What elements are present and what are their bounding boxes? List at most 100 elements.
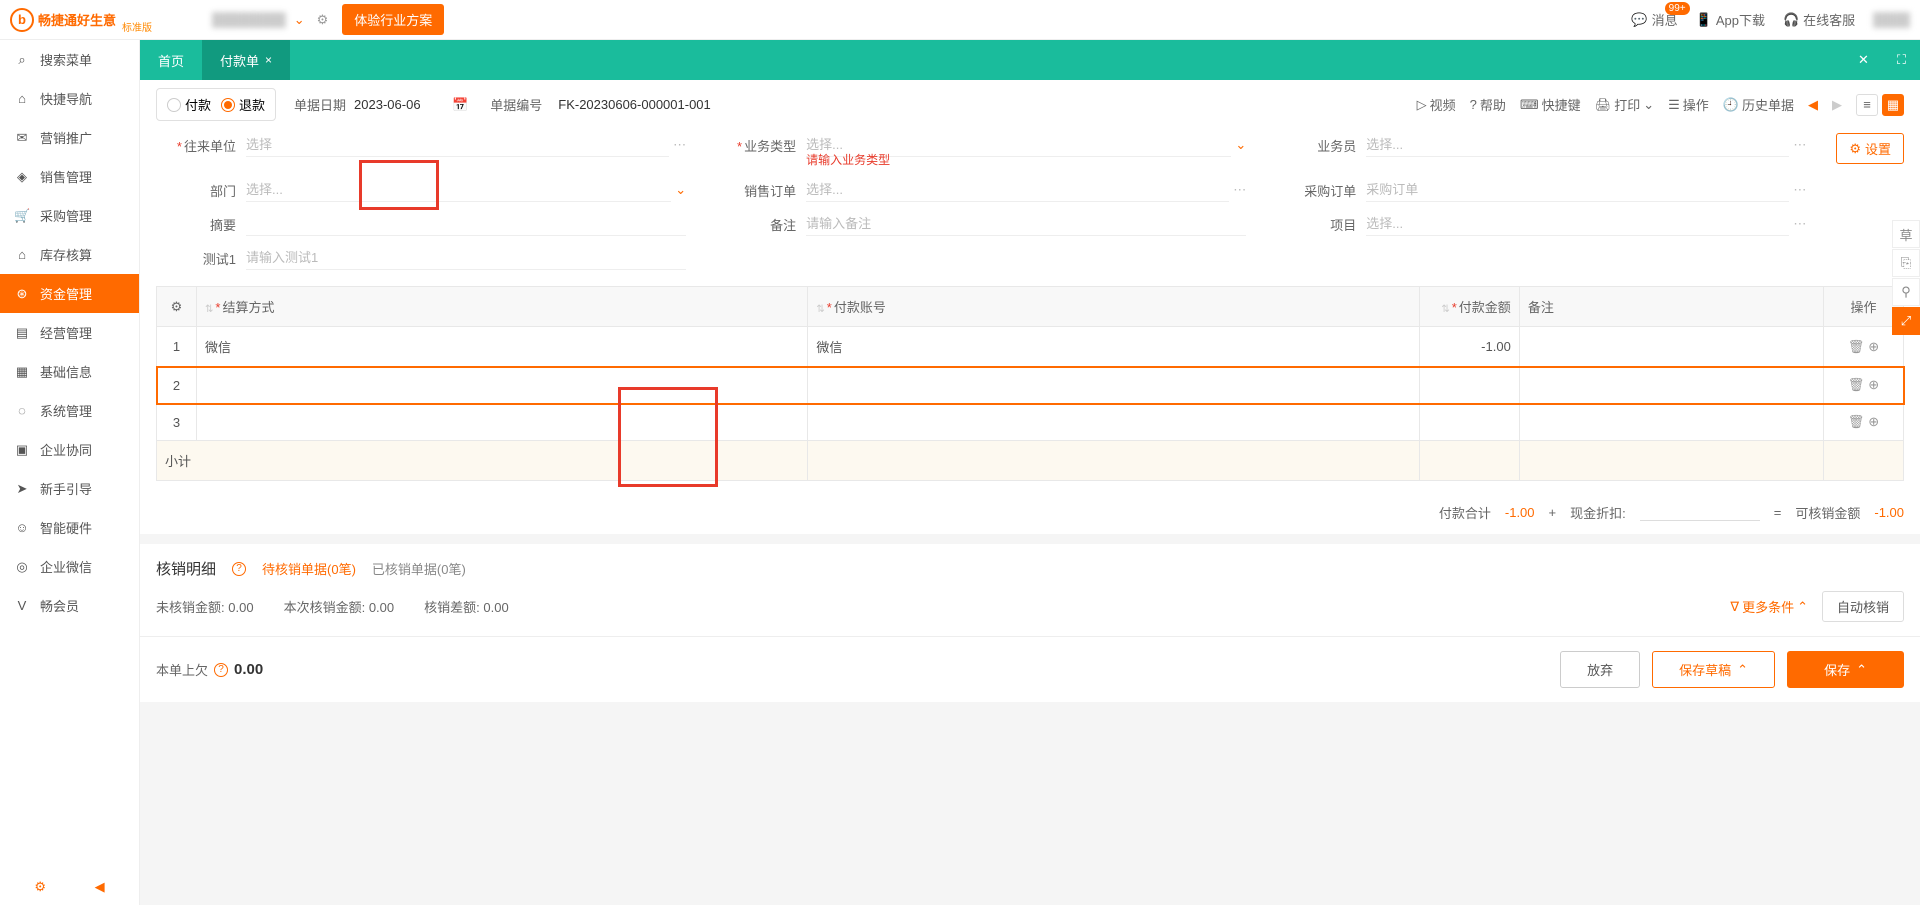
chevron-down-icon[interactable]: ⌄ [675, 182, 686, 198]
col-gear[interactable]: ⚙ [157, 287, 197, 327]
fullscreen-icon[interactable]: ⛶ [1883, 52, 1920, 68]
calendar-icon[interactable]: 📅 [452, 97, 468, 113]
cell-amount[interactable] [1419, 367, 1519, 404]
add-row-icon[interactable]: ⊕ [1868, 414, 1879, 429]
add-row-icon[interactable]: ⊕ [1868, 377, 1879, 392]
view-list-button[interactable]: ≡ [1856, 94, 1878, 116]
cell-remark[interactable] [1519, 367, 1823, 404]
dock-expand-icon[interactable]: ⤢ [1892, 307, 1920, 335]
sidebar-item-search-menu[interactable]: ⌕搜索菜单 [0, 40, 139, 79]
cell-remark[interactable] [1519, 327, 1823, 367]
col-amount[interactable]: ⇅*付款金额 [1419, 287, 1519, 327]
col-account[interactable]: ⇅*付款账号 [808, 287, 1419, 327]
close-all-tabs-button[interactable]: ✕ [1844, 52, 1883, 68]
next-doc-button[interactable]: ▶ [1832, 97, 1842, 113]
info-icon[interactable]: ? [232, 562, 246, 576]
delete-icon[interactable]: 🗑 [1848, 339, 1865, 354]
video-link[interactable]: ▷视频 [1417, 95, 1456, 114]
table-row[interactable]: 3 🗑⊕ [157, 404, 1904, 441]
col-remark[interactable]: 备注 [1519, 287, 1823, 327]
collapse-icon[interactable]: ◀ [95, 879, 105, 895]
table-row[interactable]: 2 🗑⊕ [157, 367, 1904, 404]
summary-input[interactable] [246, 212, 686, 236]
history-link[interactable]: 🕘历史单据 [1723, 95, 1794, 114]
cash-discount-input[interactable] [1640, 505, 1760, 521]
sidebar-item-member[interactable]: V畅会员 [0, 586, 139, 625]
more-icon[interactable]: ⋯ [1233, 182, 1246, 198]
cell-account[interactable] [808, 367, 1419, 404]
sidebar-item-quick-nav[interactable]: ⌂快捷导航 [0, 79, 139, 118]
sidebar-item-marketing[interactable]: ✉营销推广 [0, 118, 139, 157]
tab-payment[interactable]: 付款单 × [202, 40, 290, 80]
sidebar-item-inventory[interactable]: ⌂库存核算 [0, 235, 139, 274]
gear-icon[interactable]: ⚙ [317, 12, 329, 28]
sidebar-item-system[interactable]: ◌系统管理 [0, 391, 139, 430]
more-filter-link[interactable]: ∇更多条件⌃ [1730, 597, 1808, 616]
doc-date-input[interactable] [354, 97, 444, 112]
cell-settle[interactable]: 微信 [197, 327, 808, 367]
org-dropdown[interactable]: ████████ ⌄ ⚙ [212, 12, 328, 28]
add-row-icon[interactable]: ⊕ [1868, 339, 1879, 354]
table-row[interactable]: 1 微信 微信 -1.00 🗑⊕ [157, 327, 1904, 367]
delete-icon[interactable]: 🗑 [1848, 414, 1865, 429]
delete-icon[interactable]: 🗑 [1848, 377, 1865, 392]
more-icon[interactable]: ⋯ [1793, 182, 1806, 198]
dock-export-icon[interactable]: ⎘ [1892, 249, 1920, 277]
print-link[interactable]: 🖨打印⌄ [1595, 95, 1654, 114]
sidebar-item-wechat[interactable]: ◎企业微信 [0, 547, 139, 586]
cell-amount[interactable]: -1.00 [1419, 327, 1519, 367]
cell-amount[interactable] [1419, 404, 1519, 441]
app-download-link[interactable]: 📱 App下载 [1696, 10, 1765, 29]
cell-remark[interactable] [1519, 404, 1823, 441]
dock-draft-icon[interactable]: 草 [1892, 220, 1920, 248]
cell-settle[interactable] [197, 367, 808, 404]
sidebar-item-hardware[interactable]: ☺智能硬件 [0, 508, 139, 547]
remark-input[interactable] [806, 212, 1246, 236]
tab-done-verify[interactable]: 已核销单据(0笔) [372, 559, 466, 578]
cell-settle[interactable] [197, 404, 808, 441]
settings-button[interactable]: ⚙设置 [1836, 133, 1904, 164]
sidebar-item-basic-info[interactable]: ▦基础信息 [0, 352, 139, 391]
radio-refund[interactable]: 退款 [221, 95, 265, 114]
purchase-order-input[interactable] [1366, 178, 1789, 202]
company-input[interactable] [246, 133, 669, 157]
online-service-link[interactable]: 🎧 在线客服 [1783, 10, 1855, 29]
operate-link[interactable]: ☰操作 [1668, 95, 1709, 114]
prev-doc-button[interactable]: ◀ [1808, 97, 1818, 113]
chevron-down-icon[interactable]: ⌄ [1235, 137, 1246, 153]
sidebar-item-funds[interactable]: ⊛资金管理 [0, 274, 139, 313]
more-icon[interactable]: ⋯ [1793, 216, 1806, 232]
tab-pending-verify[interactable]: 待核销单据(0笔) [262, 559, 356, 578]
save-draft-button[interactable]: 保存草稿⌃ [1652, 651, 1775, 688]
auto-verify-button[interactable]: 自动核销 [1822, 591, 1904, 622]
sidebar-item-purchase[interactable]: 🛒采购管理 [0, 196, 139, 235]
settings-icon[interactable]: ⚙ [34, 879, 46, 895]
discard-button[interactable]: 放弃 [1560, 651, 1640, 688]
test1-input[interactable] [246, 246, 686, 270]
cell-account[interactable]: 微信 [808, 327, 1419, 367]
info-icon[interactable]: ? [214, 663, 228, 677]
sidebar-item-newbie[interactable]: ➤新手引导 [0, 469, 139, 508]
user-avatar-blurred[interactable]: ████ [1873, 12, 1910, 27]
dept-select[interactable] [246, 178, 671, 202]
messages-link[interactable]: 💬 消息 99+ [1631, 10, 1677, 29]
project-input[interactable] [1366, 212, 1789, 236]
sidebar-item-collab[interactable]: ▣企业协同 [0, 430, 139, 469]
experience-plan-button[interactable]: 体验行业方案 [342, 4, 444, 35]
sidebar-item-operation[interactable]: ▤经营管理 [0, 313, 139, 352]
close-icon[interactable]: × [265, 53, 272, 67]
radio-pay[interactable]: 付款 [167, 95, 211, 114]
save-button[interactable]: 保存⌃ [1787, 651, 1904, 688]
more-icon[interactable]: ⋯ [1793, 137, 1806, 153]
shortcut-link[interactable]: ⌨快捷键 [1520, 95, 1581, 114]
view-form-button[interactable]: ▦ [1882, 94, 1904, 116]
tab-home[interactable]: 首页 [140, 40, 202, 80]
sidebar-item-sales[interactable]: ◈销售管理 [0, 157, 139, 196]
more-icon[interactable]: ⋯ [673, 137, 686, 153]
dock-attach-icon[interactable]: ⚲ [1892, 278, 1920, 306]
sales-order-input[interactable] [806, 178, 1229, 202]
cell-account[interactable] [808, 404, 1419, 441]
operator-input[interactable] [1366, 133, 1789, 157]
col-settle[interactable]: ⇅*结算方式 [197, 287, 808, 327]
help-link[interactable]: ?帮助 [1470, 95, 1506, 114]
